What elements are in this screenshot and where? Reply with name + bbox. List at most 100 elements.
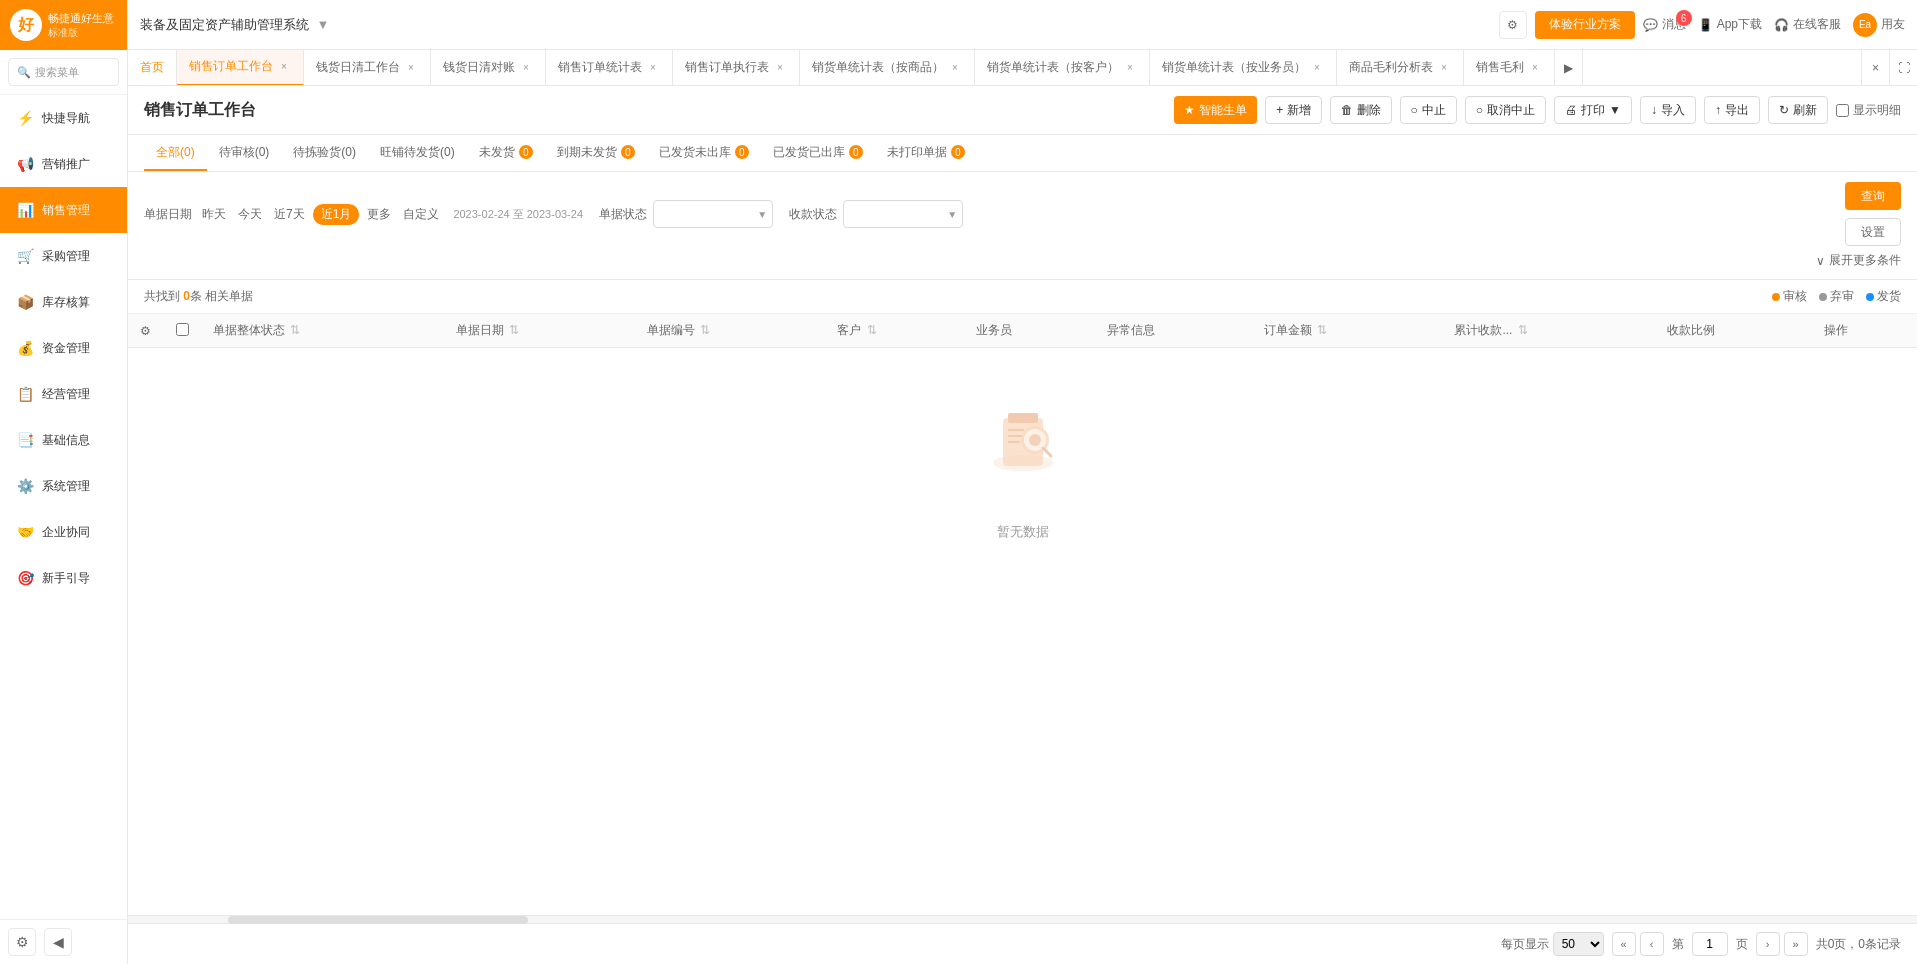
tab-sales-sum-customer[interactable]: 销货单统计表（按客户） × [975,50,1150,86]
filter-tab-not-shipped[interactable]: 未发货 0 [467,135,545,171]
tab-close-gross-profit[interactable]: × [1437,61,1451,75]
table-scroll-area[interactable]: ⚙ 单据整体状态 ⇅ 单据日期 ⇅ [128,314,1917,915]
sidebar-item-guide[interactable]: 🎯 新手引导 [0,555,127,601]
sidebar-item-purchase[interactable]: 🛒 采购管理 [0,233,127,279]
tab-close-sales-sum-product[interactable]: × [948,61,962,75]
payment-select[interactable] [843,200,963,228]
sidebar-item-operations[interactable]: 📋 经营管理 [0,371,127,417]
col-cumulative-payment[interactable]: 累计收款... ⇅ [1442,314,1655,348]
page-first-button[interactable]: « [1612,932,1636,956]
show-detail-checkbox[interactable]: 显示明细 [1836,102,1901,119]
set-button[interactable]: 设置 [1845,218,1901,246]
page-next-button[interactable]: › [1756,932,1780,956]
page-prev-button[interactable]: ‹ [1640,932,1664,956]
tab-sales-sum-product[interactable]: 销货单统计表（按商品） × [800,50,975,86]
ship-action[interactable]: 发货 [1866,288,1901,305]
export-button[interactable]: ↑ 导出 [1704,96,1760,124]
date-custom[interactable]: 自定义 [399,204,443,225]
tab-sales-stat[interactable]: 销售订单统计表 × [546,50,673,86]
cash-reconcile-tab-label: 钱货日清对账 [443,59,515,76]
tab-close-sales-exec[interactable]: × [773,61,787,75]
tab-sales-order[interactable]: 销售订单工作台 × [177,50,304,86]
search-menu-button[interactable]: 🔍 搜索菜单 [8,58,119,86]
sidebar-item-quick-nav[interactable]: ⚡ 快捷导航 [0,95,127,141]
tab-home[interactable]: 首页 [128,50,177,86]
industry-solution-button[interactable]: 体验行业方案 [1535,11,1635,39]
col-bill-date[interactable]: 单据日期 ⇅ [444,314,635,348]
tab-close-sales-more[interactable]: × [1528,61,1542,75]
refresh-button[interactable]: ↻ 刷新 [1768,96,1828,124]
tab-maximize-button[interactable]: ⛶ [1889,50,1917,86]
filter-tab-pending-check[interactable]: 待拣验货(0) [281,135,368,171]
print-button[interactable]: 🖨 打印 ▼ [1554,96,1632,124]
page-last-button[interactable]: » [1784,932,1808,956]
filter-tab-pending-audit[interactable]: 待审核(0) [207,135,282,171]
tab-cash-reconcile[interactable]: 钱货日清对账 × [431,50,546,86]
date-1month[interactable]: 近1月 [313,204,360,225]
tab-close-sales-sum-staff[interactable]: × [1310,61,1324,75]
import-button[interactable]: ↓ 导入 [1640,96,1696,124]
tab-close-sales-sum-customer[interactable]: × [1123,61,1137,75]
tab-sales-more[interactable]: 销售毛利 × [1464,50,1555,86]
detail-checkbox-input[interactable] [1836,104,1849,117]
page-number-input[interactable] [1692,932,1728,956]
tab-gross-profit[interactable]: 商品毛利分析表 × [1337,50,1464,86]
filter-tab-not-printed[interactable]: 未打印单据 0 [875,135,977,171]
tab-sales-sum-staff[interactable]: 销货单统计表（按业务员） × [1150,50,1337,86]
topbar-gear-button[interactable]: ⚙ [1499,11,1527,39]
select-all-checkbox[interactable] [176,323,189,336]
col-order-amount[interactable]: 订单金额 ⇅ [1252,314,1443,348]
filter-tab-shipped-not-out[interactable]: 已发货未出库 0 [647,135,761,171]
col-customer[interactable]: 客户 ⇅ [825,314,963,348]
tab-close-sales-stat[interactable]: × [646,61,660,75]
sidebar-item-sales[interactable]: 📊 销售管理 [0,187,127,233]
app-download-button[interactable]: 📱 App下载 [1698,16,1762,33]
tab-sales-exec[interactable]: 销售订单执行表 × [673,50,800,86]
filter-tab-wangpu-ship[interactable]: 旺铺待发货(0) [368,135,467,171]
stop-button[interactable]: ○ 中止 [1400,96,1457,124]
total-records-info: 共0页，0条记录 [1816,936,1901,953]
search-icon: 🔍 [17,66,31,79]
sidebar-item-basic-info[interactable]: 📑 基础信息 [0,417,127,463]
smart-create-button[interactable]: ★ 智能生单 [1174,96,1257,124]
online-service-button[interactable]: 🎧 在线客服 [1774,16,1841,33]
tab-close-all-button[interactable]: × [1861,50,1889,86]
col-bill-status[interactable]: 单据整体状态 ⇅ [201,314,444,348]
page-size-select[interactable]: 50 10 20 100 [1553,932,1604,956]
date-more[interactable]: 更多 [363,204,395,225]
date-yesterday[interactable]: 昨天 [198,204,230,225]
col-settings[interactable]: ⚙ [128,314,164,348]
system-dropdown-icon[interactable]: ▼ [315,17,331,33]
user-menu[interactable]: Ea 用友 [1853,13,1905,37]
audit-action[interactable]: 审核 [1772,288,1807,305]
date-7days[interactable]: 近7天 [270,204,309,225]
tabs-more-button[interactable]: ▶ [1555,50,1583,86]
messages-button[interactable]: 💬 消息 6 [1643,16,1686,33]
cancel-stop-button[interactable]: ○ 取消中止 [1465,96,1546,124]
sidebar-item-system[interactable]: ⚙️ 系统管理 [0,463,127,509]
collapse-button[interactable]: ◀ [44,928,72,956]
tab-close-cash-reconcile[interactable]: × [519,61,533,75]
col-bill-no[interactable]: 单据编号 ⇅ [635,314,826,348]
sidebar-item-enterprise[interactable]: 🤝 企业协同 [0,509,127,555]
filter-tab-all[interactable]: 全部(0) [144,135,207,171]
delete-button[interactable]: 🗑 删除 [1330,96,1392,124]
settings-button[interactable]: ⚙ [8,928,36,956]
tab-daily-cash[interactable]: 钱货日清工作台 × [304,50,431,86]
sidebar-item-finance[interactable]: 💰 资金管理 [0,325,127,371]
expand-conditions-button[interactable]: ∨ 展开更多条件 [1816,252,1901,269]
query-button[interactable]: 查询 [1845,182,1901,210]
date-today[interactable]: 今天 [234,204,266,225]
cancel-audit-action[interactable]: 弃审 [1819,288,1854,305]
sidebar-item-inventory[interactable]: 📦 库存核算 [0,279,127,325]
tab-close-sales-order[interactable]: × [277,60,291,74]
filter-tab-shipped-out[interactable]: 已发货已出库 0 [761,135,875,171]
filter-tab-overdue-ship[interactable]: 到期未发货 0 [545,135,647,171]
status-select[interactable] [653,200,773,228]
col-checkbox[interactable] [164,314,201,348]
horizontal-scrollbar[interactable] [128,915,1917,923]
add-button[interactable]: + 新增 [1265,96,1321,124]
scroll-thumb[interactable] [228,916,528,924]
sidebar-item-marketing[interactable]: 📢 营销推广 [0,141,127,187]
tab-close-daily-cash[interactable]: × [404,61,418,75]
